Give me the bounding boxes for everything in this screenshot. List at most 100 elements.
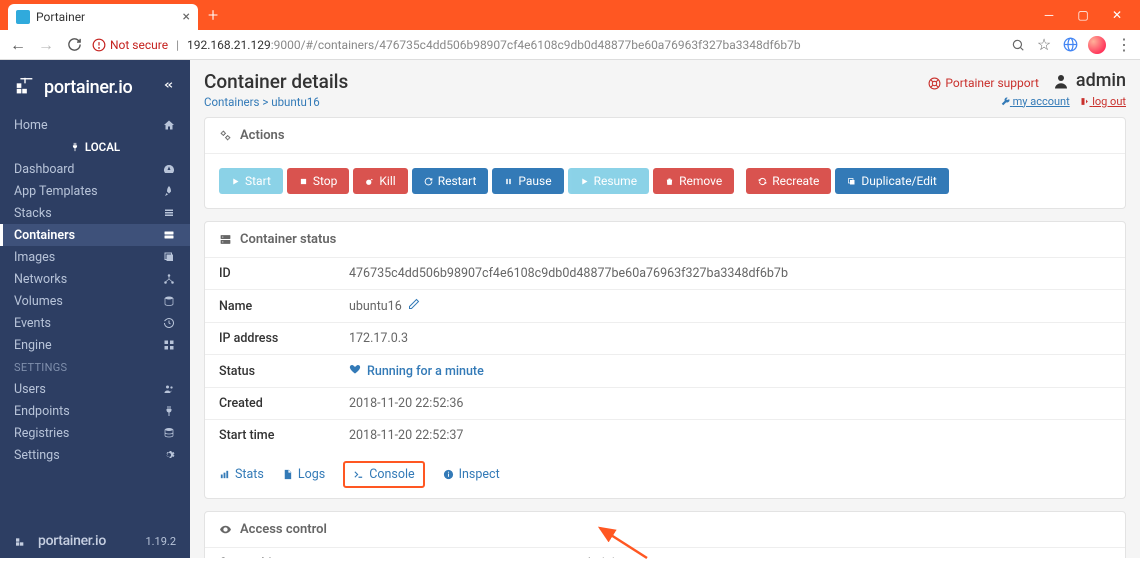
status-row-name: Nameubuntu16 (205, 290, 1125, 323)
starttime-value: 2018-11-20 22:52:37 (349, 428, 1111, 443)
breadcrumb-current: ubuntu16 (271, 95, 320, 109)
hdd-icon (162, 294, 176, 308)
duplicate-button[interactable]: Duplicate/Edit (835, 168, 948, 194)
restart-icon (424, 177, 433, 186)
sidebar-footer: portainer.io 1.19.2 (0, 524, 190, 558)
logout-icon (1080, 97, 1089, 106)
pause-button[interactable]: Pause (492, 168, 563, 194)
sidebar-item-endpoints[interactable]: Endpoints (0, 400, 190, 422)
url-separator: | (176, 38, 179, 52)
footer-logo-text: portainer.io (38, 533, 106, 549)
edit-name-icon[interactable] (408, 298, 420, 314)
recreate-button[interactable]: Recreate (746, 168, 831, 194)
menu-icon[interactable]: ⋮ (1116, 37, 1132, 53)
remove-button[interactable]: Remove (653, 168, 734, 194)
globe-icon[interactable] (1062, 37, 1078, 53)
start-button[interactable]: Start (219, 168, 283, 194)
my-account-link[interactable]: my account (1001, 95, 1070, 108)
log-out-link[interactable]: log out (1080, 95, 1126, 108)
sidebar-logo[interactable]: portainer.io (0, 60, 190, 114)
sidebar-item-stacks[interactable]: Stacks (0, 202, 190, 224)
status-row-status: StatusRunning for a minute (205, 355, 1125, 388)
tab-title: Portainer (36, 10, 85, 24)
sidebar-item-app-templates[interactable]: App Templates (0, 180, 190, 202)
minimize-button[interactable]: ─ (1032, 3, 1066, 27)
sidebar-toggle-icon[interactable] (162, 78, 176, 96)
insecure-label: Not secure (110, 38, 168, 52)
trash-icon (665, 177, 674, 186)
sidebar-item-volumes[interactable]: Volumes (0, 290, 190, 312)
layers-icon (162, 206, 176, 220)
browser-tab-strip: Portainer × + ─ ▢ ✕ (0, 0, 1140, 30)
refresh-icon (758, 177, 767, 186)
container-status-panel: Container status ID476735c4dd506b98907cf… (204, 221, 1126, 499)
stop-button[interactable]: Stop (287, 168, 350, 194)
username: admin (1076, 70, 1126, 91)
star-icon[interactable]: ☆ (1036, 37, 1052, 53)
copy-icon (847, 177, 856, 186)
version-label: 1.19.2 (145, 535, 176, 548)
history-icon (162, 316, 176, 330)
forward-button[interactable]: → (36, 35, 56, 55)
main-content: Container details Containers > ubuntu16 … (190, 60, 1140, 558)
lifebuoy-icon (928, 77, 941, 90)
sidebar-item-registries[interactable]: Registries (0, 422, 190, 444)
actions-panel: Actions Start Stop Kill Restart Pause Re… (204, 117, 1126, 209)
status-row-ip: IP address172.17.0.3 (205, 323, 1125, 355)
server-icon (219, 233, 232, 246)
resume-button[interactable]: Resume (568, 168, 649, 194)
maximize-button[interactable]: ▢ (1066, 3, 1100, 27)
sidebar-item-images[interactable]: Images (0, 246, 190, 268)
logs-link[interactable]: Logs (282, 467, 325, 482)
url-field[interactable]: 192.168.21.129:9000/#/containers/476735c… (187, 38, 1002, 52)
restart-button[interactable]: Restart (412, 168, 489, 194)
annotation-arrow (592, 523, 652, 563)
gear-icon (162, 448, 176, 462)
actions-header: Actions (205, 118, 1125, 154)
chart-icon (219, 469, 230, 480)
sidebar-item-containers[interactable]: Containers (0, 224, 190, 246)
url-host: 192.168.21.129 (187, 38, 271, 52)
user-menu[interactable]: admin (1052, 70, 1126, 91)
sidebar-local-badge: LOCAL (0, 136, 190, 158)
rocket-icon (162, 184, 176, 198)
bomb-icon (365, 177, 374, 186)
sidebar-item-engine[interactable]: Engine (0, 334, 190, 356)
support-link[interactable]: Portainer support (928, 76, 1039, 90)
profile-avatar[interactable] (1088, 36, 1106, 54)
sidebar-header-settings: SETTINGS (0, 356, 190, 378)
stats-link[interactable]: Stats (219, 467, 264, 482)
sitemap-icon (162, 272, 176, 286)
favicon (16, 10, 30, 24)
reload-button[interactable] (64, 35, 84, 55)
status-row-starttime: Start time2018-11-20 22:52:37 (205, 420, 1125, 451)
security-indicator[interactable]: Not secure (92, 38, 168, 52)
users-icon (162, 382, 176, 396)
sidebar-item-events[interactable]: Events (0, 312, 190, 334)
kill-button[interactable]: Kill (353, 168, 407, 194)
sidebar-item-settings[interactable]: Settings (0, 444, 190, 466)
gears-icon (219, 129, 232, 142)
ownership-row: Ownership administrators (205, 548, 1125, 558)
sidebar-item-networks[interactable]: Networks (0, 268, 190, 290)
grid-icon (162, 338, 176, 352)
back-button[interactable]: ← (8, 35, 28, 55)
plug-icon (162, 404, 176, 418)
sidebar-item-home[interactable]: Home (0, 114, 190, 136)
stop-icon (299, 177, 308, 186)
container-links: Stats Logs Console Inspect (205, 451, 1125, 498)
console-link[interactable]: Console (343, 461, 424, 488)
close-window-button[interactable]: ✕ (1100, 3, 1134, 27)
file-icon (282, 469, 293, 480)
breadcrumb-containers-link[interactable]: Containers (204, 95, 260, 109)
close-tab-icon[interactable]: × (183, 9, 190, 25)
inspect-link[interactable]: Inspect (443, 467, 500, 482)
sidebar-item-dashboard[interactable]: Dashboard (0, 158, 190, 180)
url-path: :9000/#/containers/476735c4dd506b98907cf… (271, 38, 801, 52)
user-icon (1052, 72, 1070, 90)
search-page-icon[interactable] (1010, 37, 1026, 53)
new-tab-button[interactable]: + (198, 5, 228, 26)
browser-tab[interactable]: Portainer × (8, 4, 198, 30)
sidebar-item-users[interactable]: Users (0, 378, 190, 400)
play-icon (231, 177, 240, 186)
